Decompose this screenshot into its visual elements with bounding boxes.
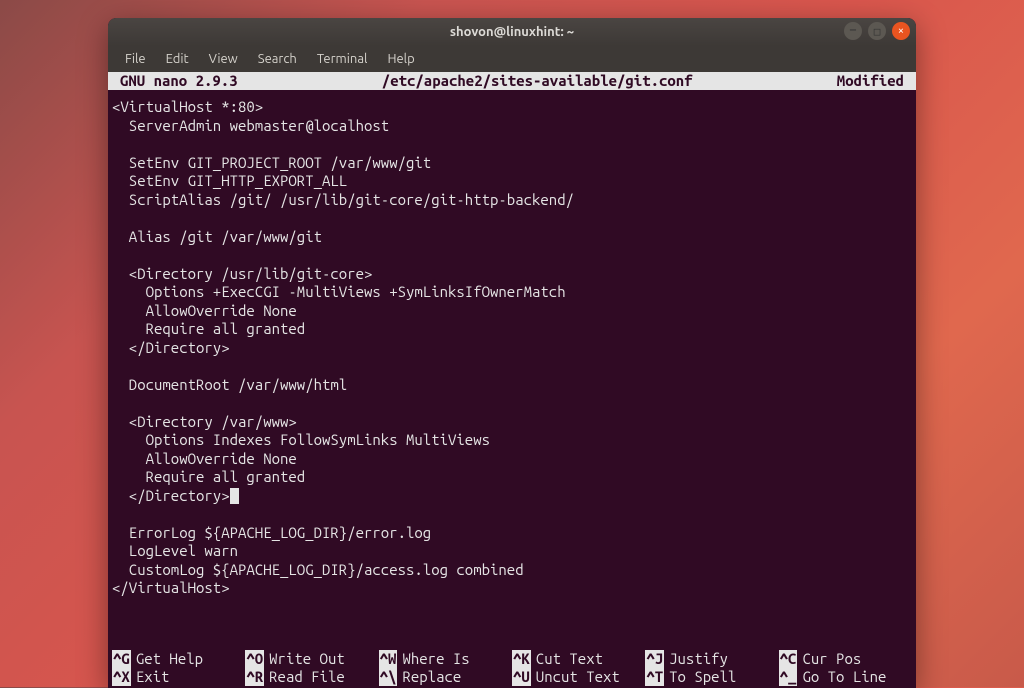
shortcut-label: Uncut Text: [531, 668, 620, 686]
menu-file[interactable]: File: [116, 49, 155, 69]
shortcut[interactable]: ^_Go To Line: [779, 668, 912, 686]
close-icon: ×: [898, 25, 904, 37]
maximize-icon: □: [874, 25, 881, 38]
menu-terminal[interactable]: Terminal: [308, 49, 377, 69]
nano-footer: ^GGet Help^OWrite Out^WWhere Is^KCut Tex…: [108, 650, 916, 688]
shortcut-key: ^W: [379, 650, 398, 668]
menubar: File Edit View Search Terminal Help: [108, 46, 916, 72]
window-controls: ─ □ ×: [844, 22, 910, 40]
shortcut-key: ^O: [245, 650, 264, 668]
shortcut-label: Where Is: [397, 650, 469, 668]
shortcut-label: Exit: [131, 668, 170, 686]
menu-edit[interactable]: Edit: [157, 49, 198, 69]
close-button[interactable]: ×: [892, 22, 910, 40]
shortcut[interactable]: ^RRead File: [245, 668, 378, 686]
shortcut[interactable]: ^XExit: [112, 668, 245, 686]
shortcut-key: ^K: [512, 650, 531, 668]
menu-search[interactable]: Search: [249, 49, 306, 69]
minimize-icon: ─: [850, 25, 856, 37]
titlebar[interactable]: shovon@linuxhint: ~ ─ □ ×: [108, 18, 916, 46]
maximize-button[interactable]: □: [868, 22, 886, 40]
shortcut[interactable]: ^UUncut Text: [512, 668, 645, 686]
menu-help[interactable]: Help: [378, 49, 423, 69]
shortcut[interactable]: ^\Replace: [379, 668, 512, 686]
shortcut-key: ^G: [112, 650, 131, 668]
shortcut[interactable]: ^JJustify: [645, 650, 778, 668]
nano-status: Modified: [837, 72, 912, 90]
shortcut-label: Justify: [664, 650, 728, 668]
shortcut-label: Go To Line: [797, 668, 886, 686]
cursor: [230, 488, 239, 504]
window-title: shovon@linuxhint: ~: [450, 25, 574, 39]
editor-content[interactable]: <VirtualHost *:80> ServerAdmin webmaster…: [108, 90, 916, 620]
shortcut-label: Write Out: [264, 650, 345, 668]
shortcut-key: ^T: [645, 668, 664, 686]
shortcut-key: ^R: [245, 668, 264, 686]
shortcut-key: ^J: [645, 650, 664, 668]
shortcut[interactable]: ^WWhere Is: [379, 650, 512, 668]
shortcut-label: Get Help: [131, 650, 203, 668]
shortcut[interactable]: ^KCut Text: [512, 650, 645, 668]
nano-filepath: /etc/apache2/sites-available/git.conf: [238, 72, 837, 90]
shortcut[interactable]: ^TTo Spell: [645, 668, 778, 686]
shortcut-label: Cur Pos: [797, 650, 861, 668]
shortcut-key: ^X: [112, 668, 131, 686]
shortcut-key: ^_: [779, 668, 798, 686]
shortcut-label: Cut Text: [531, 650, 603, 668]
minimize-button[interactable]: ─: [844, 22, 862, 40]
shortcut-label: Read File: [264, 668, 345, 686]
shortcut-label: Replace: [397, 668, 461, 686]
shortcut-label: To Spell: [664, 668, 736, 686]
menu-view[interactable]: View: [200, 49, 247, 69]
shortcut-key: ^U: [512, 668, 531, 686]
nano-version: GNU nano 2.9.3: [112, 72, 238, 90]
shortcut[interactable]: ^CCur Pos: [779, 650, 912, 668]
shortcut-row-1: ^GGet Help^OWrite Out^WWhere Is^KCut Tex…: [112, 650, 912, 668]
shortcut[interactable]: ^GGet Help: [112, 650, 245, 668]
shortcut-key: ^C: [779, 650, 798, 668]
nano-header: GNU nano 2.9.3 /etc/apache2/sites-availa…: [108, 72, 916, 90]
shortcut-row-2: ^XExit^RRead File^\Replace^UUncut Text^T…: [112, 668, 912, 686]
shortcut[interactable]: ^OWrite Out: [245, 650, 378, 668]
terminal-window: shovon@linuxhint: ~ ─ □ × File Edit View…: [108, 18, 916, 688]
shortcut-key: ^\: [379, 668, 398, 686]
